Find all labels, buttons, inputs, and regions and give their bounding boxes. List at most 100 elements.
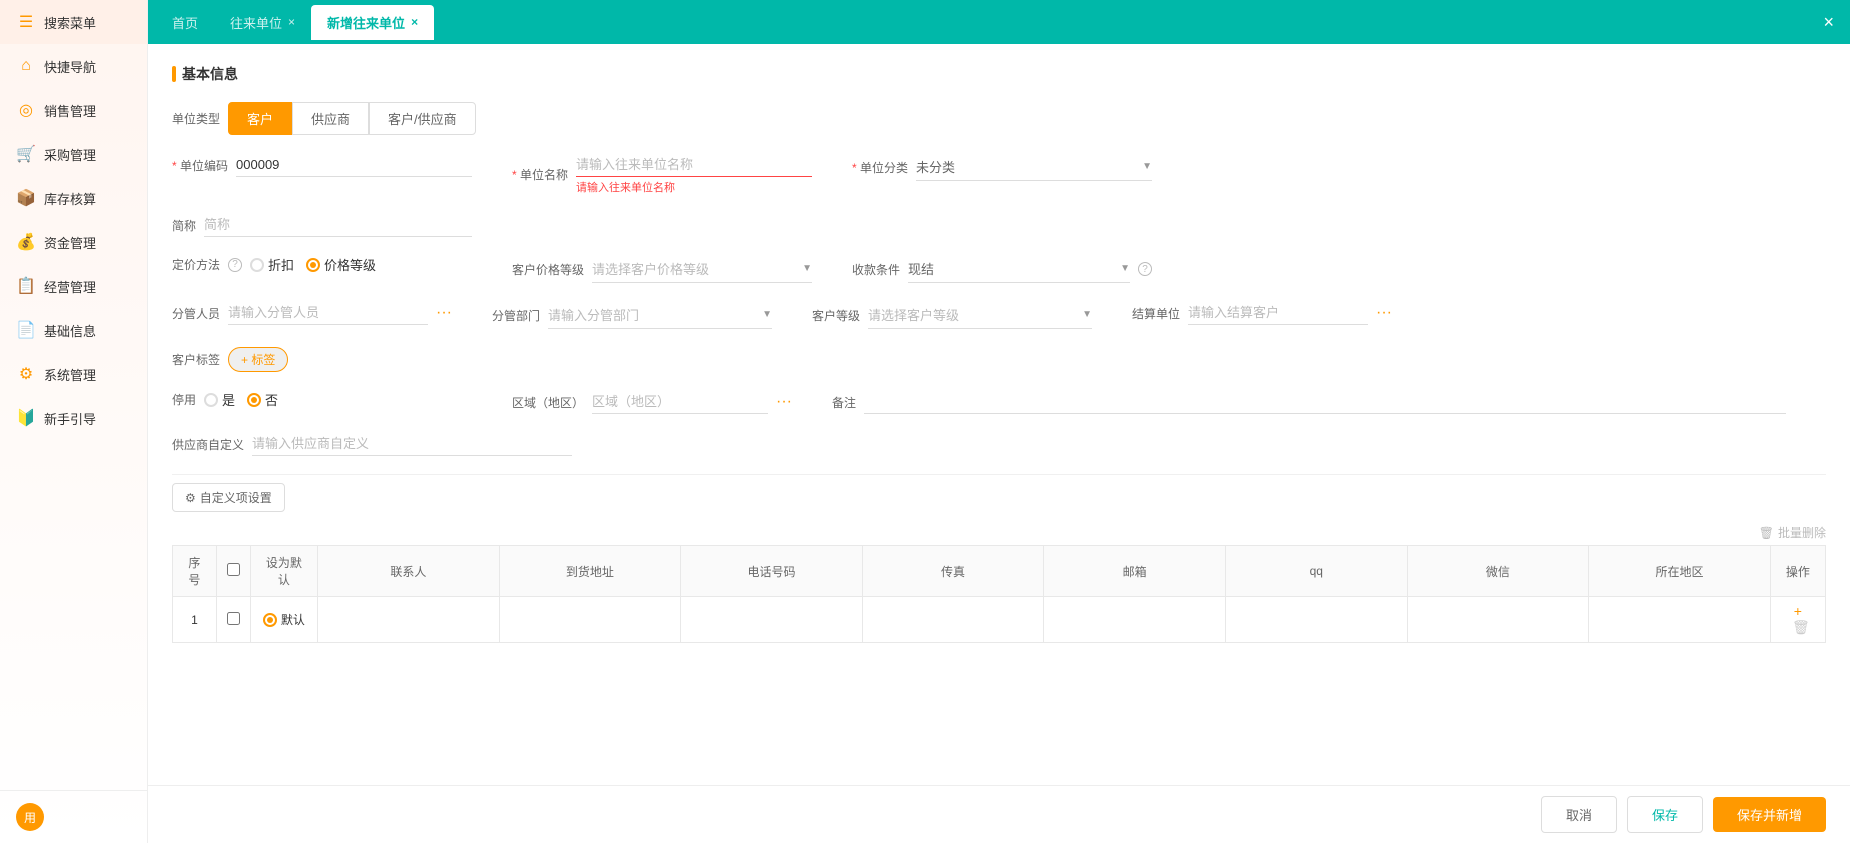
customer-level-placeholder: 请选择客户等级 [868, 305, 959, 324]
row-email[interactable] [1044, 597, 1226, 643]
settlement-input[interactable] [1188, 301, 1368, 325]
sidebar-item-operation[interactable]: 📋 经营管理 [0, 264, 147, 308]
custom-settings-button[interactable]: ⚙ 自定义项设置 [172, 483, 285, 512]
col-address: 到货地址 [499, 546, 681, 597]
sidebar-item-search[interactable]: ☰ 搜索菜单 [0, 0, 147, 44]
address-input[interactable] [510, 612, 671, 627]
remark-label: 备注 [832, 394, 856, 411]
row-wechat[interactable] [1407, 597, 1589, 643]
type-btn-customer[interactable]: 客户 [228, 102, 292, 135]
payment-terms-help-icon[interactable]: ? [1138, 262, 1152, 276]
row-contact[interactable] [318, 597, 500, 643]
price-level-select[interactable]: 请选择客户价格等级 ▼ [592, 255, 812, 283]
col-phone: 电话号码 [681, 546, 863, 597]
supplier-custom-row: 供应商自定义 [172, 432, 1826, 456]
sidebar: ☰ 搜索菜单 ⌂ 快捷导航 ◎ 销售管理 🛒 采购管理 📦 库存核算 💰 资金管… [0, 0, 148, 843]
disable-no-label: 否 [265, 390, 278, 409]
disable-field: 停用 是 否 [172, 390, 472, 409]
email-input[interactable] [1054, 612, 1215, 627]
type-btn-supplier[interactable]: 供应商 [292, 102, 369, 135]
pricing-radio-level[interactable]: 价格等级 [306, 255, 376, 274]
row-del-btn[interactable]: 🗑 [1792, 619, 1810, 635]
tab-new-partner-close[interactable]: × [411, 15, 418, 29]
settlement-more-btn[interactable]: ··· [1376, 304, 1392, 322]
sidebar-item-label: 销售管理 [44, 101, 96, 120]
wechat-input[interactable] [1418, 612, 1579, 627]
price-level-placeholder: 请选择客户价格等级 [592, 259, 709, 278]
payment-terms-select[interactable]: 现结 ▼ [908, 255, 1130, 283]
row-region[interactable] [1589, 597, 1771, 643]
user-avatar: 用 [16, 803, 44, 831]
tab-new-partner[interactable]: 新增往来单位 × [311, 5, 434, 40]
cancel-button[interactable]: 取消 [1541, 796, 1617, 833]
pricing-radio-group: 折扣 价格等级 [250, 255, 376, 274]
tab-partners[interactable]: 往来单位 × [214, 5, 311, 40]
tab-bar-close-btn[interactable]: × [1815, 12, 1842, 33]
short-name-row: 简称 [172, 213, 1826, 237]
unit-category-select[interactable]: 未分类 ▼ [916, 153, 1152, 181]
row-qq[interactable] [1225, 597, 1407, 643]
tab-partners-close[interactable]: × [288, 15, 295, 29]
manager-more-btn[interactable]: ··· [436, 304, 452, 322]
save-button[interactable]: 保存 [1627, 796, 1703, 833]
unit-name-input[interactable] [576, 153, 812, 177]
sidebar-item-basic[interactable]: 📄 基础信息 [0, 308, 147, 352]
disable-no[interactable]: 否 [247, 390, 278, 409]
batch-delete-label[interactable]: 批量删除 [1778, 524, 1826, 541]
sidebar-item-inventory[interactable]: 📦 库存核算 [0, 176, 147, 220]
manager-input[interactable] [228, 301, 428, 325]
sidebar-item-label: 搜索菜单 [44, 13, 96, 32]
tab-home-label: 首页 [172, 13, 198, 32]
sidebar-item-quicknav[interactable]: ⌂ 快捷导航 [0, 44, 147, 88]
pricing-help-icon[interactable]: ? [228, 258, 242, 272]
sidebar-item-finance[interactable]: 💰 资金管理 [0, 220, 147, 264]
phone-input[interactable] [691, 612, 852, 627]
sidebar-item-purchase[interactable]: 🛒 采购管理 [0, 132, 147, 176]
price-level-chevron: ▼ [802, 263, 812, 274]
sidebar-item-label: 库存核算 [44, 189, 96, 208]
col-action: 操作 [1770, 546, 1825, 597]
sidebar-item-sales[interactable]: ◎ 销售管理 [0, 88, 147, 132]
save-add-button[interactable]: 保存并新增 [1713, 797, 1826, 832]
disable-yes[interactable]: 是 [204, 390, 235, 409]
contact-input[interactable] [328, 612, 489, 627]
qq-input[interactable] [1236, 612, 1397, 627]
row-add-btn[interactable]: + [1794, 603, 1802, 619]
select-all-checkbox[interactable] [227, 563, 240, 576]
row-default-radio[interactable]: 默认 [261, 611, 307, 628]
pricing-radio-discount[interactable]: 折扣 [250, 255, 294, 274]
payment-terms-chevron: ▼ [1120, 263, 1130, 274]
sidebar-item-system[interactable]: ⚙ 系统管理 [0, 352, 147, 396]
unit-type-label: 单位类型 [172, 110, 220, 127]
row-address[interactable] [499, 597, 681, 643]
unit-category-label: 单位分类 [852, 159, 908, 176]
unit-name-field-inner: 请输入往来单位名称 [576, 153, 812, 195]
supplier-custom-input[interactable] [252, 432, 572, 456]
short-name-input[interactable] [204, 213, 472, 237]
customer-level-select[interactable]: 请选择客户等级 ▼ [868, 301, 1092, 329]
row-select-checkbox[interactable] [227, 612, 240, 625]
unit-code-input[interactable] [236, 153, 472, 177]
region-row-input[interactable] [1599, 612, 1760, 627]
row-fax[interactable] [862, 597, 1044, 643]
tag-add-button[interactable]: + 标签 [228, 347, 288, 372]
section-divider [172, 474, 1826, 475]
region-more-btn[interactable]: ··· [776, 393, 792, 411]
search-menu-icon: ☰ [16, 12, 36, 32]
tab-home[interactable]: 首页 [156, 5, 214, 40]
guide-icon: 🔰 [16, 408, 36, 428]
sidebar-item-guide[interactable]: 🔰 新手引导 [0, 396, 147, 440]
region-input[interactable] [592, 390, 768, 414]
quicknav-icon: ⌂ [16, 56, 36, 76]
pricing-radio-level-label: 价格等级 [324, 255, 376, 274]
customer-level-chevron: ▼ [1082, 309, 1092, 320]
pricing-radio-discount-circle [250, 258, 264, 272]
row-phone[interactable] [681, 597, 863, 643]
dept-select[interactable]: 请输入分管部门 ▼ [548, 301, 772, 329]
col-qq: qq [1225, 546, 1407, 597]
remark-input[interactable] [864, 390, 1786, 414]
fax-input[interactable] [873, 612, 1034, 627]
type-btn-both[interactable]: 客户/供应商 [369, 102, 476, 135]
row-default-circle [263, 613, 277, 627]
unit-category-chevron: ▼ [1142, 161, 1152, 172]
